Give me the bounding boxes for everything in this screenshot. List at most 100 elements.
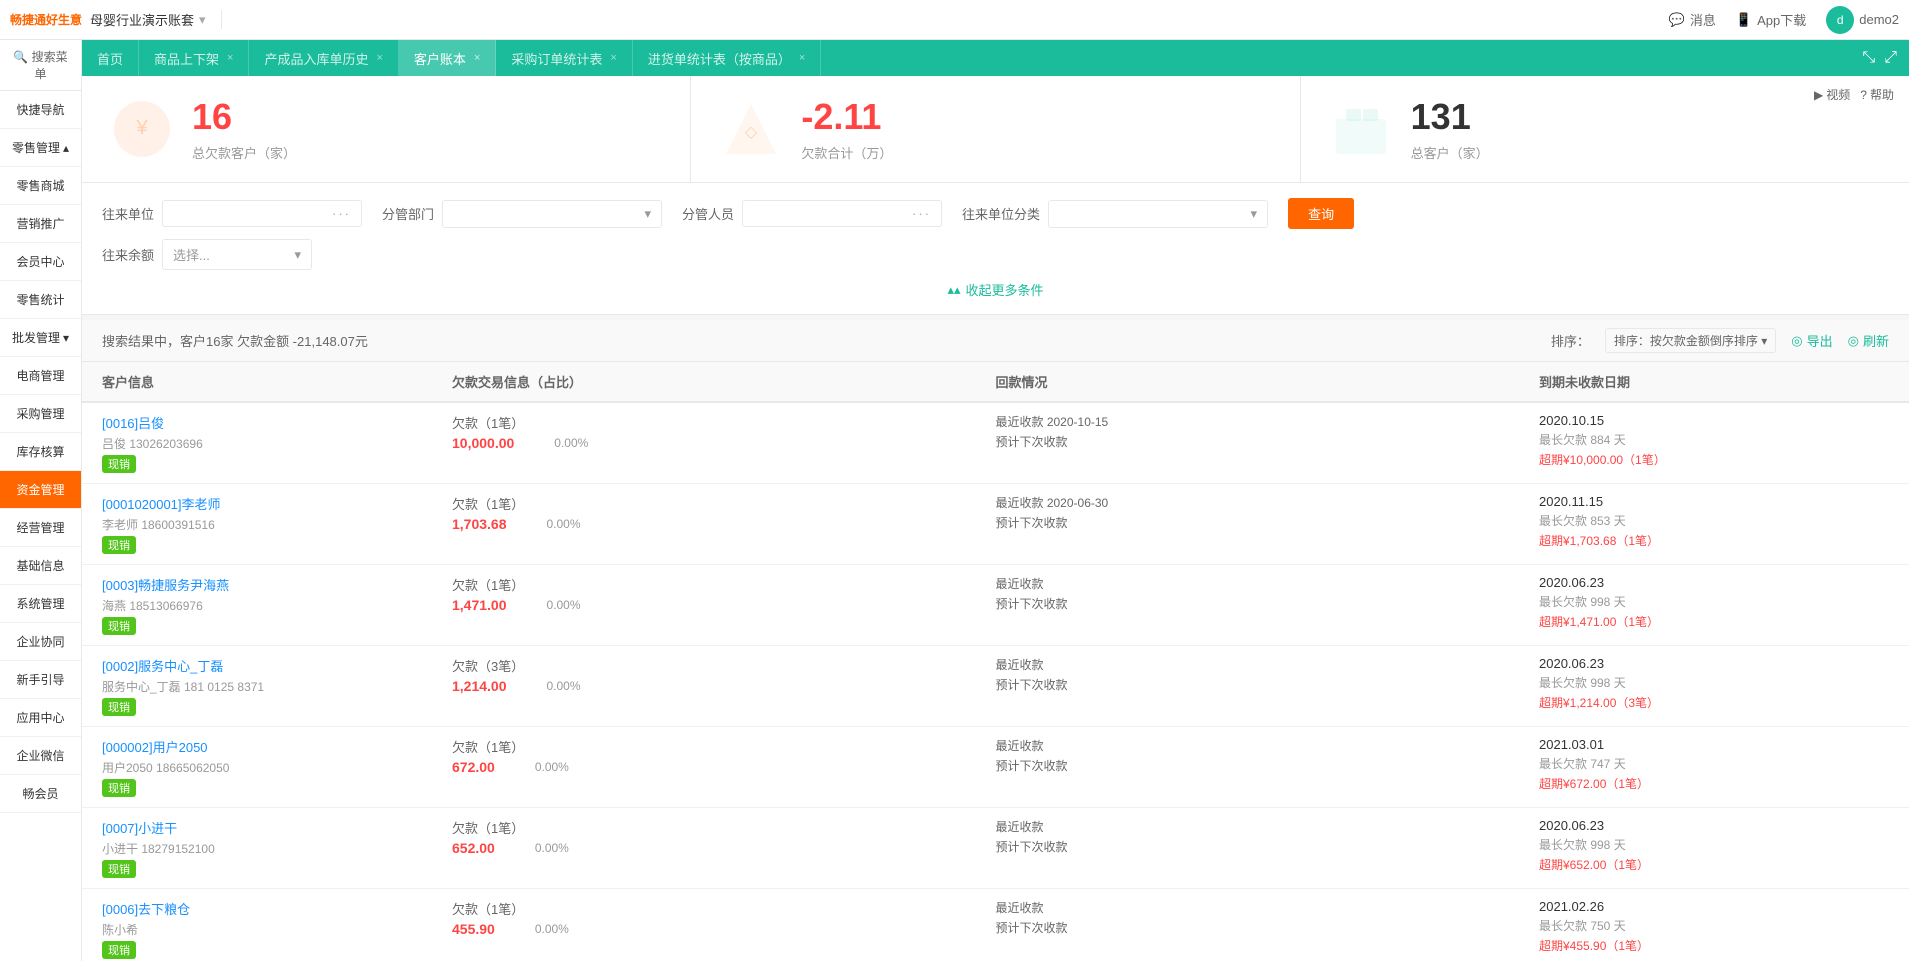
- sidebar-item-finance[interactable]: 资金管理: [0, 471, 81, 509]
- overdue-link-6[interactable]: 超期¥455.90（1笔）: [1539, 937, 1889, 954]
- debt-row-1: 1,703.68 0.00%: [452, 516, 996, 532]
- tab-stock-history[interactable]: 产成品入库单历史 ×: [249, 40, 398, 76]
- debt-amount-3: 1,214.00: [452, 678, 507, 694]
- total-debt-customers-label: 总欠款客户（家）: [192, 143, 660, 162]
- export-btn[interactable]: ◎ 导出: [1791, 331, 1832, 350]
- sidebar-item-marketing[interactable]: 营销推广: [0, 205, 81, 243]
- refresh-icon: ◎: [1848, 333, 1859, 349]
- next-collection-0: 预计下次收款: [996, 433, 1540, 450]
- sidebar-item-vip[interactable]: 畅会员: [0, 775, 81, 813]
- app-download-icon: 📱: [1736, 12, 1752, 28]
- app-download-btn[interactable]: 📱 App下载: [1736, 10, 1806, 29]
- table-row: [0016]吕俊 吕俊 13026203696 现销 欠款（1笔） 10,000…: [82, 403, 1909, 484]
- tabs-right: ⤡ ⤢: [1860, 47, 1909, 69]
- avatar: d: [1826, 6, 1854, 34]
- tab-stock-history-close[interactable]: ×: [376, 52, 382, 64]
- enterprise-label: 企业协同: [16, 635, 64, 649]
- overdue-days-3: 最长欠款 998 天: [1539, 674, 1889, 691]
- stat-info-debt: 16 总欠款客户（家）: [192, 96, 660, 162]
- user-avatar-btn[interactable]: d demo2: [1826, 6, 1899, 34]
- tab-purchase-stats-close[interactable]: ×: [610, 52, 616, 64]
- view-video-btn[interactable]: ▶ 视频: [1814, 86, 1850, 103]
- customer-name-5[interactable]: [0007]小进干: [102, 818, 452, 837]
- unit-type-select[interactable]: ▾: [1048, 200, 1268, 228]
- from-unit-label: 往来单位: [102, 204, 154, 223]
- sidebar-item-ecommerce[interactable]: 电商管理: [0, 357, 81, 395]
- retail-mgmt-label: 零售管理: [12, 139, 60, 156]
- sidebar-item-guide[interactable]: 新手引导: [0, 661, 81, 699]
- sidebar-item-inventory[interactable]: 库存核算: [0, 433, 81, 471]
- sidebar-item-system[interactable]: 系统管理: [0, 585, 81, 623]
- result-actions: 排序： 排序：按欠款金额倒序排序 ▾ ◎ 导出 ◎ 刷新: [1551, 328, 1889, 353]
- sidebar-item-retail-mgmt[interactable]: 零售管理 ▴: [0, 129, 81, 167]
- customer-name-0[interactable]: [0016]吕俊: [102, 413, 452, 432]
- tab-stock-stats-close[interactable]: ×: [799, 52, 805, 64]
- tab-customer-account-close[interactable]: ×: [474, 52, 480, 64]
- help-icon: ?: [1860, 88, 1867, 102]
- guide-label: 新手引导: [16, 673, 64, 687]
- from-unit-input[interactable]: ···: [162, 200, 362, 227]
- manager-input[interactable]: ···: [742, 200, 942, 227]
- tab-stock-history-label: 产成品入库单历史: [264, 49, 368, 68]
- sidebar-item-basic-info[interactable]: 基础信息: [0, 547, 81, 585]
- refresh-btn[interactable]: ◎ 刷新: [1848, 331, 1889, 350]
- overdue-link-2[interactable]: 超期¥1,471.00（1笔）: [1539, 613, 1889, 630]
- tab-stock-stats[interactable]: 进货单统计表（按商品） ×: [633, 40, 821, 76]
- sidebar-item-member[interactable]: 会员中心: [0, 243, 81, 281]
- customer-name-2[interactable]: [0003]畅捷服务尹海燕: [102, 575, 452, 594]
- col-header-collection: 回款情况: [996, 372, 1540, 391]
- collection-info-6: 最近收款 预计下次收款: [996, 899, 1540, 936]
- help-btn[interactable]: ? 帮助: [1860, 86, 1894, 103]
- balance-placeholder: 选择...: [173, 245, 210, 264]
- total-debt-amount-label: 欠款合计（万）: [801, 143, 1269, 162]
- overdue-link-3[interactable]: 超期¥1,214.00（3笔）: [1539, 694, 1889, 711]
- sidebar-item-enterprise[interactable]: 企业协同: [0, 623, 81, 661]
- overdue-days-5: 最长欠款 998 天: [1539, 836, 1889, 853]
- customer-name-3[interactable]: [0002]服务中心_丁磊: [102, 656, 452, 675]
- search-button[interactable]: 查询: [1288, 198, 1354, 229]
- debt-info-0: 欠款（1笔） 10,000.00 0.00%: [452, 413, 996, 451]
- customer-name-4[interactable]: [000002]用户2050: [102, 737, 452, 756]
- collapse-filters-btn[interactable]: ▴▴ 收起更多条件: [102, 280, 1889, 299]
- due-date-0: 2020.10.15: [1539, 413, 1889, 428]
- balance-select[interactable]: 选择... ▾: [162, 239, 312, 270]
- sidebar-item-apps[interactable]: 应用中心: [0, 699, 81, 737]
- video-icon: ▶: [1814, 88, 1823, 102]
- debt-count-1: 欠款（1笔）: [452, 494, 996, 513]
- message-btn[interactable]: 💬 消息: [1669, 10, 1716, 29]
- col-header-customer: 客户信息: [102, 372, 452, 391]
- overdue-link-1[interactable]: 超期¥1,703.68（1笔）: [1539, 532, 1889, 549]
- sidebar-item-purchase[interactable]: 采购管理: [0, 395, 81, 433]
- customer-info-4: [000002]用户2050 用户2050 18665062050 现销: [102, 737, 452, 797]
- store-selector[interactable]: 母婴行业演示账套 ▾: [90, 10, 222, 29]
- overdue-link-4[interactable]: 超期¥672.00（1笔）: [1539, 775, 1889, 792]
- overdue-link-0[interactable]: 超期¥10,000.00（1笔）: [1539, 451, 1889, 468]
- debt-info-1: 欠款（1笔） 1,703.68 0.00%: [452, 494, 996, 532]
- customer-name-1[interactable]: [0001020001]李老师: [102, 494, 452, 513]
- sidebar-search[interactable]: 🔍 搜索菜单: [0, 40, 81, 91]
- sort-selector[interactable]: 排序：按欠款金额倒序排序 ▾: [1605, 328, 1776, 353]
- overdue-link-5[interactable]: 超期¥652.00（1笔）: [1539, 856, 1889, 873]
- tab-customer-account[interactable]: 客户账本 ×: [399, 40, 496, 76]
- tabs-collapse-btn[interactable]: ⤡: [1860, 47, 1877, 69]
- sidebar-item-wechat[interactable]: 企业微信: [0, 737, 81, 775]
- tabs-expand-btn[interactable]: ⤢: [1882, 47, 1899, 69]
- customer-name-6[interactable]: [0006]去下粮仓: [102, 899, 452, 918]
- tab-purchase-stats[interactable]: 采购订单统计表 ×: [496, 40, 632, 76]
- due-date-5: 2020.06.23: [1539, 818, 1889, 833]
- sidebar-item-retail-stats[interactable]: 零售统计: [0, 281, 81, 319]
- overdue-days-4: 最长欠款 747 天: [1539, 755, 1889, 772]
- sidebar-item-retail-mall[interactable]: 零售商城: [0, 167, 81, 205]
- apps-label: 应用中心: [16, 711, 64, 725]
- sidebar-item-quick-nav[interactable]: 快捷导航: [0, 91, 81, 129]
- tab-home[interactable]: 首页: [82, 40, 139, 76]
- stat-icon-customers: [1331, 99, 1391, 159]
- tab-home-label: 首页: [97, 49, 123, 68]
- customer-info-0: [0016]吕俊 吕俊 13026203696 现销: [102, 413, 452, 473]
- dept-select[interactable]: ▾: [442, 200, 662, 228]
- sidebar-item-operations[interactable]: 经营管理: [0, 509, 81, 547]
- tab-product-listing-close[interactable]: ×: [227, 52, 233, 64]
- tab-product-listing[interactable]: 商品上下架 ×: [139, 40, 249, 76]
- stat-info-total: 131 总客户（家）: [1411, 96, 1879, 162]
- sidebar-item-wholesale[interactable]: 批发管理 ▾: [0, 319, 81, 357]
